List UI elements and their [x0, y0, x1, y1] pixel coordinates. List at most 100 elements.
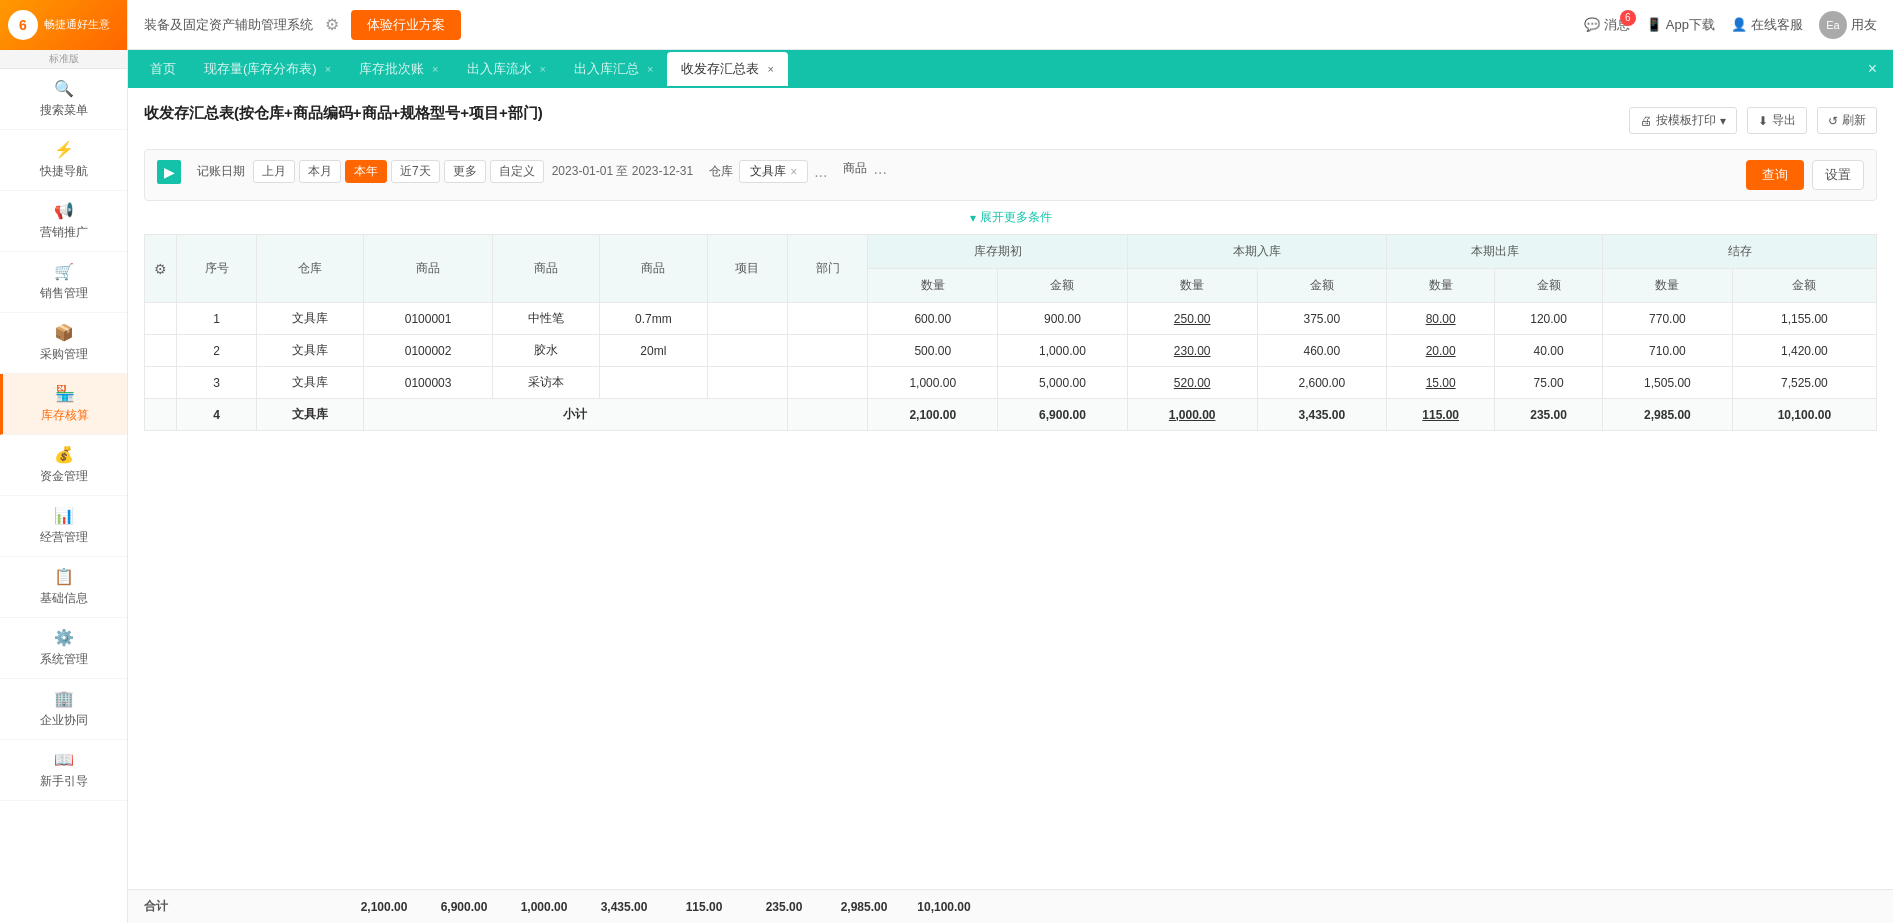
row-out-qty[interactable]: 15.00 — [1387, 367, 1495, 399]
row-num: 1 — [177, 303, 257, 335]
sidebar-item-purchase[interactable]: 📦 采购管理 — [0, 313, 127, 374]
online-service-label: 在线客服 — [1751, 16, 1803, 34]
query-btn[interactable]: 查询 — [1746, 160, 1804, 190]
print-btn[interactable]: 🖨 按模板打印 ▾ — [1629, 107, 1737, 134]
sidebar-item-basic[interactable]: 📋 基础信息 — [0, 557, 127, 618]
trial-btn[interactable]: 体验行业方案 — [351, 10, 461, 40]
row-bal-qty: 770.00 — [1603, 303, 1733, 335]
tab-inout-flow-close[interactable]: × — [540, 63, 546, 75]
col-opening-group: 库存期初 — [868, 235, 1127, 269]
col-goods-name-header: 商品 — [493, 235, 599, 303]
row-bal-qty: 710.00 — [1603, 335, 1733, 367]
sidebar-item-marketing[interactable]: 📢 营销推广 — [0, 191, 127, 252]
row-open-qty: 600.00 — [868, 303, 998, 335]
subtotal-num: 4 — [177, 399, 257, 431]
tab-inout-flow[interactable]: 出入库流水 × — [453, 52, 560, 86]
subtotal-out-qty[interactable]: 115.00 — [1387, 399, 1495, 431]
row-in-qty[interactable]: 520.00 — [1127, 367, 1257, 399]
system-title: 装备及固定资产辅助管理系统 — [144, 16, 313, 34]
refresh-btn[interactable]: ↺ 刷新 — [1817, 107, 1877, 134]
sidebar-item-guide[interactable]: 📖 新手引导 — [0, 740, 127, 801]
goods-label: 商品 — [843, 160, 867, 177]
filter-expand-btn[interactable]: ▶ — [157, 160, 181, 184]
sidebar-item-label: 库存核算 — [41, 407, 89, 424]
sidebar-item-finance[interactable]: 💰 资金管理 — [0, 435, 127, 496]
tab-batch[interactable]: 库存批次账 × — [345, 52, 452, 86]
row-dept — [788, 367, 868, 399]
user-menu[interactable]: Ea 用友 — [1819, 11, 1877, 39]
table-settings-icon[interactable]: ⚙ — [154, 261, 167, 277]
date-btn-last-month[interactable]: 上月 — [253, 160, 295, 183]
date-btn-custom[interactable]: 自定义 — [490, 160, 544, 183]
row-warehouse: 文具库 — [257, 335, 363, 367]
date-btn-this-year[interactable]: 本年 — [345, 160, 387, 183]
date-btn-more[interactable]: 更多 — [444, 160, 486, 183]
row-warehouse: 文具库 — [257, 367, 363, 399]
tab-inout-summary[interactable]: 出入库汇总 × — [560, 52, 667, 86]
tab-home[interactable]: 首页 — [136, 52, 190, 86]
total-open-qty: 2,100.00 — [344, 900, 424, 914]
table-container: ⚙ 序号 仓库 商品 商品 商品 项目 部门 库存期初 本期入库 本期出库 结存 — [144, 234, 1877, 431]
warehouse-tag-close[interactable]: × — [790, 165, 797, 179]
sidebar-item-label: 搜索菜单 — [40, 102, 88, 119]
app-download-btn[interactable]: 📱 App下载 — [1646, 16, 1715, 34]
row-goods-spec — [599, 367, 707, 399]
row-in-amount: 460.00 — [1257, 335, 1387, 367]
row-out-qty[interactable]: 20.00 — [1387, 335, 1495, 367]
sidebar-item-label: 营销推广 — [40, 224, 88, 241]
online-service-btn[interactable]: 👤 在线客服 — [1731, 16, 1803, 34]
marketing-icon: 📢 — [54, 201, 74, 220]
row-goods-name: 中性笔 — [493, 303, 599, 335]
goods-more-btn[interactable]: ... — [873, 161, 886, 177]
topbar-left: 装备及固定资产辅助管理系统 ⚙ 体验行业方案 — [144, 10, 461, 40]
expand-conditions-btn[interactable]: ▾ 展开更多条件 — [144, 209, 1877, 226]
row-num: 3 — [177, 367, 257, 399]
subtotal-open-qty: 2,100.00 — [868, 399, 998, 431]
subtotal-bal-amount: 10,100.00 — [1732, 399, 1876, 431]
warehouse-more-btn[interactable]: ... — [814, 164, 827, 180]
sidebar-item-quick[interactable]: ⚡ 快捷导航 — [0, 130, 127, 191]
sidebar-item-business[interactable]: 📊 经营管理 — [0, 496, 127, 557]
subtotal-in-qty[interactable]: 1,000.00 — [1127, 399, 1257, 431]
filter-settings-btn[interactable]: 设置 — [1812, 160, 1864, 190]
search-icon: 🔍 — [54, 79, 74, 98]
row-out-qty[interactable]: 80.00 — [1387, 303, 1495, 335]
col-in-group: 本期入库 — [1127, 235, 1386, 269]
tab-collect-summary-close[interactable]: × — [767, 63, 773, 75]
row-dept — [788, 335, 868, 367]
date-btn-7days[interactable]: 近7天 — [391, 160, 440, 183]
warehouse-tag[interactable]: 文具库 × — [739, 160, 808, 183]
print-icon: 🖨 — [1640, 114, 1652, 128]
settings-icon[interactable]: ⚙ — [325, 15, 339, 34]
tab-stock[interactable]: 现存量(库存分布表) × — [190, 52, 345, 86]
export-btn[interactable]: ⬇ 导出 — [1747, 107, 1807, 134]
row-goods-code: 0100002 — [363, 335, 493, 367]
subtotal-settings — [145, 399, 177, 431]
subtotal-bal-qty: 2,985.00 — [1603, 399, 1733, 431]
sidebar-item-sales[interactable]: 🛒 销售管理 — [0, 252, 127, 313]
tab-batch-close[interactable]: × — [432, 63, 438, 75]
basic-icon: 📋 — [54, 567, 74, 586]
business-icon: 📊 — [54, 506, 74, 525]
row-out-amount: 120.00 — [1495, 303, 1603, 335]
row-goods-name: 采访本 — [493, 367, 599, 399]
tab-collect-summary[interactable]: 收发存汇总表 × — [667, 52, 787, 86]
total-label: 合计 — [144, 898, 344, 915]
sidebar-item-label: 快捷导航 — [40, 163, 88, 180]
total-out-amount: 235.00 — [744, 900, 824, 914]
sidebar-item-search[interactable]: 🔍 搜索菜单 — [0, 69, 127, 130]
finance-icon: 💰 — [54, 445, 74, 464]
sidebar-item-system[interactable]: ⚙️ 系统管理 — [0, 618, 127, 679]
row-project — [707, 303, 787, 335]
message-btn[interactable]: 💬 消息 6 — [1584, 16, 1630, 34]
date-btn-this-month[interactable]: 本月 — [299, 160, 341, 183]
tab-stock-close[interactable]: × — [325, 63, 331, 75]
tabbar-close-all[interactable]: × — [1860, 56, 1885, 82]
row-in-qty[interactable]: 230.00 — [1127, 335, 1257, 367]
col-warehouse-header: 仓库 — [257, 235, 363, 303]
row-in-qty[interactable]: 250.00 — [1127, 303, 1257, 335]
sales-icon: 🛒 — [54, 262, 74, 281]
sidebar-item-inventory[interactable]: 🏪 库存核算 — [0, 374, 127, 435]
tab-inout-summary-close[interactable]: × — [647, 63, 653, 75]
sidebar-item-corp[interactable]: 🏢 企业协同 — [0, 679, 127, 740]
